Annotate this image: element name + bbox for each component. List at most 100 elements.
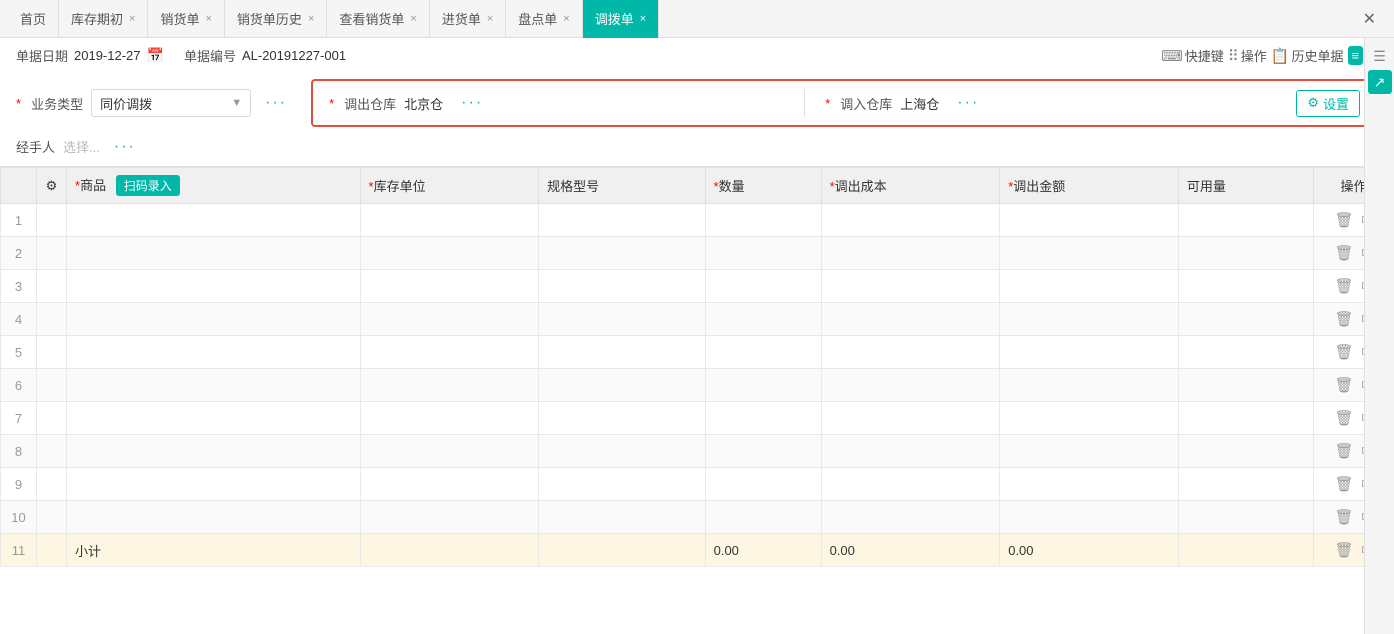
row-unit-cell[interactable] — [360, 336, 539, 369]
delete-icon[interactable]: 🗑 — [1335, 508, 1354, 526]
row-spec-cell[interactable] — [539, 468, 705, 501]
row-unit-cell[interactable] — [360, 435, 539, 468]
row-available-cell[interactable] — [1178, 369, 1313, 402]
row-cost-cell[interactable]: 0.00 — [821, 534, 1000, 567]
tab-sales-history[interactable]: 销货单历史 × — [225, 0, 327, 38]
row-cost-cell[interactable] — [821, 435, 1000, 468]
row-spec-cell[interactable] — [539, 237, 705, 270]
row-unit-cell[interactable] — [360, 501, 539, 534]
tab-purchase[interactable]: 进货单 × — [430, 0, 506, 38]
row-spec-cell[interactable] — [539, 369, 705, 402]
delete-icon[interactable]: 🗑 — [1335, 244, 1354, 262]
row-qty-cell[interactable] — [705, 402, 821, 435]
delete-icon[interactable]: 🗑 — [1335, 376, 1354, 394]
row-amount-cell[interactable] — [1000, 435, 1179, 468]
row-amount-cell[interactable] — [1000, 303, 1179, 336]
row-amount-cell[interactable] — [1000, 369, 1179, 402]
row-available-cell[interactable] — [1178, 402, 1313, 435]
person-select[interactable]: 选择... — [63, 137, 100, 156]
row-cost-cell[interactable] — [821, 369, 1000, 402]
tab-stocktake[interactable]: 盘点单 × — [506, 0, 582, 38]
operations-btn[interactable]: ⠿ 操作 — [1228, 46, 1267, 65]
row-cost-cell[interactable] — [821, 402, 1000, 435]
row-amount-cell[interactable] — [1000, 501, 1179, 534]
row-product-cell[interactable] — [67, 237, 361, 270]
close-icon[interactable]: × — [563, 13, 569, 25]
row-amount-cell[interactable] — [1000, 336, 1179, 369]
row-unit-cell[interactable] — [360, 534, 539, 567]
delete-icon[interactable]: 🗑 — [1335, 310, 1354, 328]
delete-icon[interactable]: 🗑 — [1335, 277, 1354, 295]
history-btn[interactable]: 📋 历史单据 — [1271, 46, 1344, 65]
delete-icon[interactable]: 🗑 — [1335, 343, 1354, 361]
close-icon[interactable]: × — [308, 13, 314, 25]
row-product-cell[interactable] — [67, 501, 361, 534]
row-cost-cell[interactable] — [821, 303, 1000, 336]
row-product-cell[interactable] — [67, 435, 361, 468]
delete-icon[interactable]: 🗑 — [1335, 409, 1354, 427]
row-qty-cell[interactable] — [705, 369, 821, 402]
tab-home[interactable]: 首页 — [8, 0, 59, 38]
row-amount-cell[interactable]: 0.00 — [1000, 534, 1179, 567]
close-icon[interactable]: × — [487, 13, 493, 25]
tabs-close-button[interactable]: ✕ — [1353, 9, 1386, 29]
row-spec-cell[interactable] — [539, 270, 705, 303]
delete-icon[interactable]: 🗑 — [1335, 541, 1354, 559]
delete-icon[interactable]: 🗑 — [1335, 211, 1354, 229]
row-available-cell[interactable] — [1178, 237, 1313, 270]
row-cost-cell[interactable] — [821, 270, 1000, 303]
row-unit-cell[interactable] — [360, 204, 539, 237]
row-qty-cell[interactable] — [705, 336, 821, 369]
row-unit-cell[interactable] — [360, 303, 539, 336]
row-available-cell[interactable] — [1178, 468, 1313, 501]
sidebar-export-icon[interactable]: ↗ — [1368, 70, 1392, 94]
biz-type-more-btn[interactable]: ··· — [265, 94, 287, 112]
row-amount-cell[interactable] — [1000, 402, 1179, 435]
row-cost-cell[interactable] — [821, 336, 1000, 369]
tab-inventory-init[interactable]: 库存期初 × — [59, 0, 148, 38]
row-product-cell[interactable] — [67, 468, 361, 501]
warehouse-out-more-btn[interactable]: ··· — [461, 94, 483, 112]
row-qty-cell[interactable] — [705, 270, 821, 303]
row-product-cell[interactable] — [67, 303, 361, 336]
delete-icon[interactable]: 🗑 — [1335, 442, 1354, 460]
row-product-cell[interactable] — [67, 369, 361, 402]
tab-transfer[interactable]: 调拨单 × — [583, 0, 659, 38]
row-qty-cell[interactable] — [705, 237, 821, 270]
layout-btn-active[interactable]: ≡ — [1348, 46, 1364, 65]
row-available-cell[interactable] — [1178, 204, 1313, 237]
row-available-cell[interactable] — [1178, 534, 1313, 567]
row-available-cell[interactable] — [1178, 435, 1313, 468]
biz-type-select[interactable]: 同价调拨 ▼ — [91, 89, 251, 117]
tab-view-sales[interactable]: 查看销货单 × — [327, 0, 429, 38]
row-available-cell[interactable] — [1178, 336, 1313, 369]
sidebar-list-icon[interactable]: ☰ — [1368, 44, 1392, 68]
row-cost-cell[interactable] — [821, 468, 1000, 501]
delete-icon[interactable]: 🗑 — [1335, 475, 1354, 493]
row-spec-cell[interactable] — [539, 336, 705, 369]
row-unit-cell[interactable] — [360, 402, 539, 435]
row-product-cell[interactable] — [67, 204, 361, 237]
row-spec-cell[interactable] — [539, 501, 705, 534]
row-spec-cell[interactable] — [539, 534, 705, 567]
row-available-cell[interactable] — [1178, 501, 1313, 534]
shortcuts-btn[interactable]: ⌨ 快捷键 — [1161, 46, 1224, 65]
row-qty-cell[interactable] — [705, 204, 821, 237]
row-product-cell[interactable] — [67, 270, 361, 303]
row-unit-cell[interactable] — [360, 369, 539, 402]
row-product-cell[interactable] — [67, 402, 361, 435]
tab-sales-order[interactable]: 销货单 × — [148, 0, 224, 38]
row-product-cell[interactable] — [67, 336, 361, 369]
row-cost-cell[interactable] — [821, 501, 1000, 534]
close-icon[interactable]: × — [205, 13, 211, 25]
row-available-cell[interactable] — [1178, 303, 1313, 336]
row-amount-cell[interactable] — [1000, 270, 1179, 303]
warehouse-in-more-btn[interactable]: ··· — [957, 94, 979, 112]
row-unit-cell[interactable] — [360, 237, 539, 270]
settings-btn[interactable]: ⚙ 设置 — [1296, 90, 1360, 117]
row-qty-cell[interactable] — [705, 501, 821, 534]
row-cost-cell[interactable] — [821, 237, 1000, 270]
close-icon[interactable]: × — [640, 13, 646, 25]
gear-settings-icon[interactable]: ⚙ — [46, 178, 58, 193]
row-amount-cell[interactable] — [1000, 237, 1179, 270]
